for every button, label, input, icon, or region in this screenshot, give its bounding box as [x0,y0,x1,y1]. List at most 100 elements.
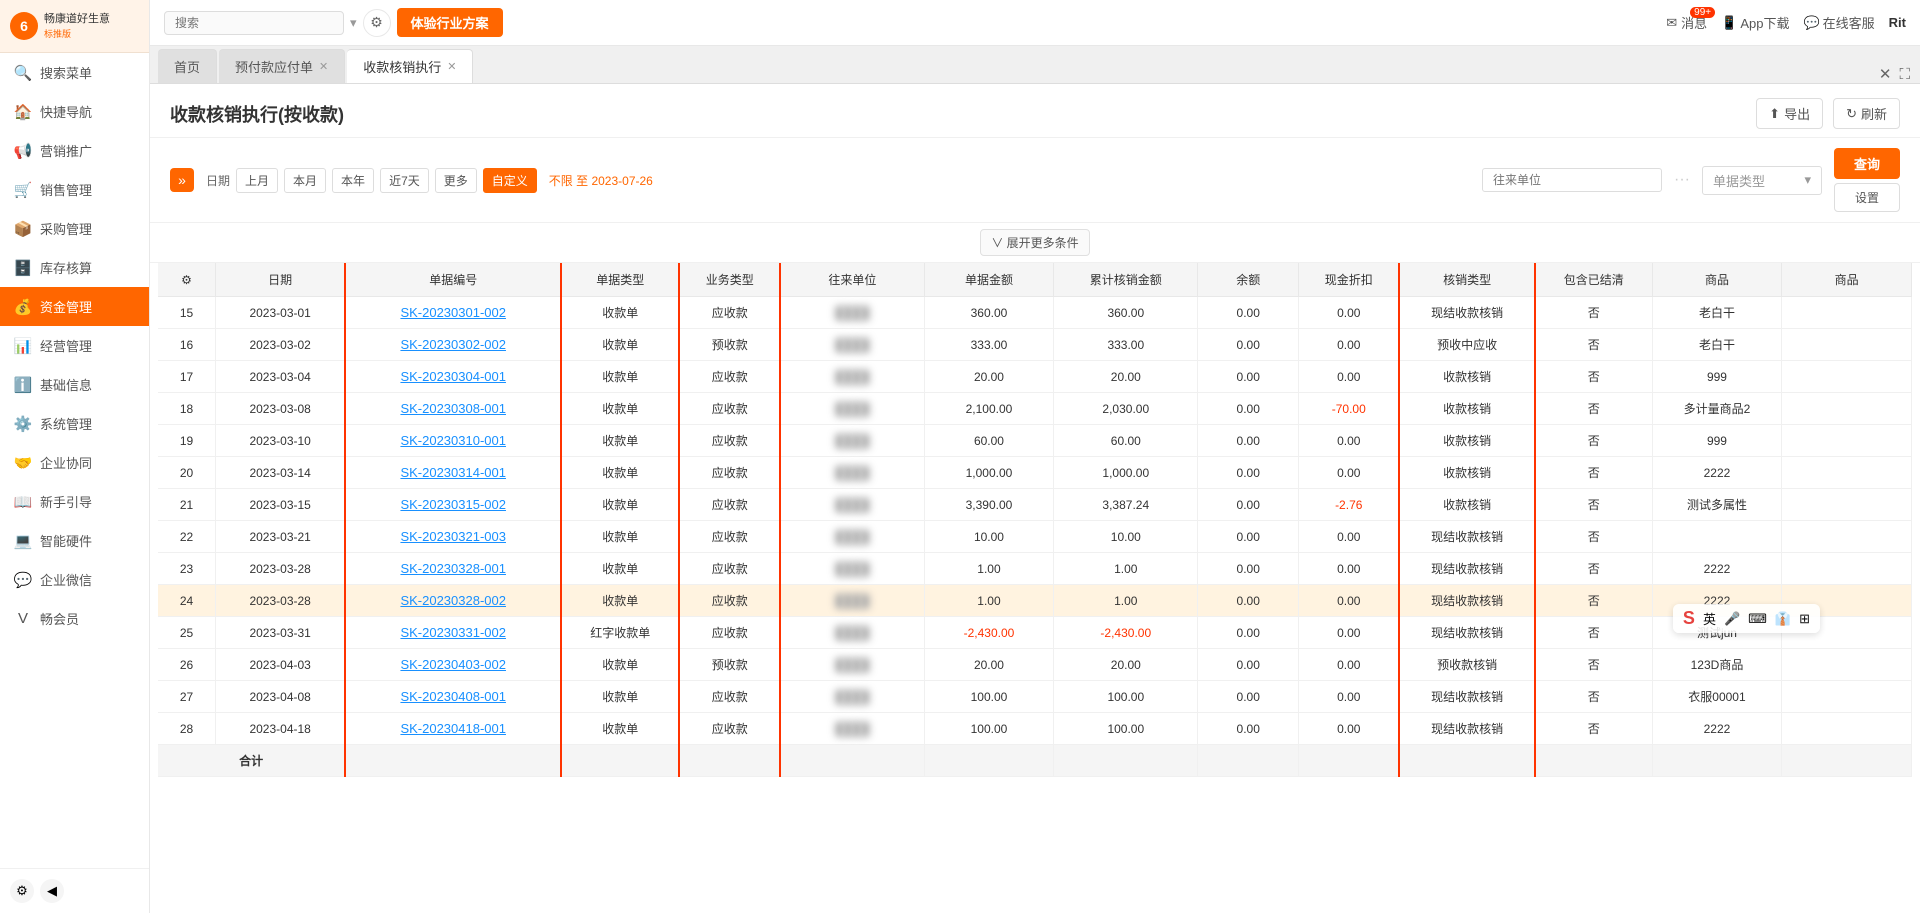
cell-doc-no[interactable]: SK-20230331-002 [345,617,561,649]
th-doc-type[interactable]: 单据类型 [561,263,679,297]
doc-type-select[interactable]: 单据类型 ▾ [1702,166,1822,195]
cell-doc-type: 收款单 [561,393,679,425]
cell-doc-no[interactable]: SK-20230301-002 [345,297,561,329]
sidebar-item-system[interactable]: ⚙️系统管理 [0,404,149,443]
th-settings[interactable]: ⚙ [158,263,216,297]
sidebar-item-sales[interactable]: 🛒销售管理 [0,170,149,209]
query-button[interactable]: 查询 [1834,148,1900,179]
collapse-icon[interactable]: ◀ [40,879,64,903]
app-download-link[interactable]: 📱 App下载 [1721,13,1789,32]
more-date-btn[interactable]: 更多 [435,168,477,193]
cell-doc-no[interactable]: SK-20230418-001 [345,713,561,745]
sidebar-item-member[interactable]: V畅会员 [0,599,149,638]
cell-doc-no[interactable]: SK-20230408-001 [345,681,561,713]
doc-no-link[interactable]: SK-20230301-002 [400,305,506,320]
doc-no-link[interactable]: SK-20230314-001 [400,465,506,480]
tab-collection[interactable]: 收款核销执行✕ [347,49,473,83]
sidebar-item-inventory[interactable]: 🗄️库存核算 [0,248,149,287]
doc-no-link[interactable]: SK-20230331-002 [400,625,506,640]
refresh-button[interactable]: ↻ 刷新 [1833,98,1900,129]
this-year-btn[interactable]: 本年 [332,168,374,193]
cell-doc-no[interactable]: SK-20230314-001 [345,457,561,489]
doc-no-link[interactable]: SK-20230302-002 [400,337,506,352]
cell-partner: ████ [780,681,924,713]
solution-button[interactable]: 体验行业方案 [397,8,503,37]
user-name[interactable]: Rit [1889,15,1906,30]
cell-date: 2023-03-08 [216,393,346,425]
sidebar-item-basic[interactable]: ℹ️基础信息 [0,365,149,404]
sidebar-item-guide[interactable]: 📖新手引导 [0,482,149,521]
export-button[interactable]: ⬆ 导出 [1756,98,1823,129]
sidebar-item-search[interactable]: 🔍搜索菜单 [0,53,149,92]
tab-close-collection[interactable]: ✕ [447,60,456,73]
cell-doc-no[interactable]: SK-20230310-001 [345,425,561,457]
close-all-tab-icon[interactable]: ✕ [1879,65,1892,83]
doc-no-link[interactable]: SK-20230308-001 [400,401,506,416]
th-partner[interactable]: 往来单位 [780,263,924,297]
breadcrumb-input[interactable] [164,11,344,35]
message-button[interactable]: ✉ 消息 99+ [1666,13,1707,32]
fullscreen-icon[interactable]: ⛶ [1899,66,1910,83]
tab-prepay[interactable]: 预付款应付单✕ [219,49,345,83]
cell-biz-type: 应收款 [679,425,780,457]
sidebar-item-quick-nav[interactable]: 🏠快捷导航 [0,92,149,131]
last-7days-btn[interactable]: 近7天 [380,168,429,193]
th-goods1[interactable]: 商品 [1652,263,1782,297]
th-doc-no[interactable]: 单据编号 [345,263,561,297]
doc-no-link[interactable]: SK-20230418-001 [400,721,506,736]
cell-clear-type: 现结收款核销 [1399,617,1534,649]
filter-setting-button[interactable]: 设置 [1834,183,1900,212]
th-cumu-amount[interactable]: 累计核销金额 [1054,263,1198,297]
th-balance[interactable]: 余额 [1198,263,1299,297]
basic-label: 基础信息 [40,375,92,394]
sidebar-item-finance[interactable]: 💰资金管理 [0,287,149,326]
sidebar-item-purchase[interactable]: 📦采购管理 [0,209,149,248]
cell-cumu-amount: 60.00 [1054,425,1198,457]
cell-doc-no[interactable]: SK-20230328-002 [345,585,561,617]
doc-no-link[interactable]: SK-20230403-002 [400,657,506,672]
cell-doc-no[interactable]: SK-20230328-001 [345,553,561,585]
cell-doc-no[interactable]: SK-20230304-001 [345,361,561,393]
expand-more-button[interactable]: ∨ 展开更多条件 [980,229,1089,256]
doc-no-link[interactable]: SK-20230408-001 [400,689,506,704]
last-month-btn[interactable]: 上月 [236,168,278,193]
th-amount[interactable]: 单据金额 [924,263,1054,297]
doc-no-link[interactable]: SK-20230321-003 [400,529,506,544]
cell-doc-no[interactable]: SK-20230321-003 [345,521,561,553]
th-goods2[interactable]: 商品 [1782,263,1912,297]
custom-date-btn[interactable]: 自定义 [483,168,537,193]
cell-doc-no[interactable]: SK-20230308-001 [345,393,561,425]
sidebar-item-enterprise[interactable]: 🤝企业协同 [0,443,149,482]
service-link[interactable]: 💬 在线客服 [1803,13,1874,32]
this-month-btn[interactable]: 本月 [284,168,326,193]
sidebar-item-marketing[interactable]: 📢营销推广 [0,131,149,170]
cell-index: 18 [158,393,216,425]
cell-doc-no[interactable]: SK-20230315-002 [345,489,561,521]
tab-home[interactable]: 首页 [158,49,217,83]
table-row: 28 2023-04-18 SK-20230418-001 收款单 应收款 ██… [158,713,1912,745]
refresh-icon: ↻ [1846,106,1857,122]
settings-bottom-icon[interactable]: ⚙ [10,879,34,903]
th-date[interactable]: 日期 [216,263,346,297]
sidebar-item-hardware[interactable]: 💻智能硬件 [0,521,149,560]
cell-doc-no[interactable]: SK-20230302-002 [345,329,561,361]
th-biz-type[interactable]: 业务类型 [679,263,780,297]
sidebar-item-wechat[interactable]: 💬企业微信 [0,560,149,599]
th-clear-type[interactable]: 核销类型 [1399,263,1534,297]
partner-input[interactable] [1482,168,1662,192]
cell-biz-type: 应收款 [679,457,780,489]
cell-doc-no[interactable]: SK-20230403-002 [345,649,561,681]
settings-icon[interactable]: ⚙ [363,9,391,37]
doc-no-link[interactable]: SK-20230315-002 [400,497,506,512]
filter-expand-button[interactable]: » [170,168,194,192]
doc-no-link[interactable]: SK-20230304-001 [400,369,506,384]
cell-incl-settled: 否 [1535,297,1652,329]
sidebar-item-operation[interactable]: 📊经营管理 [0,326,149,365]
th-incl-settled[interactable]: 包含已结清 [1535,263,1652,297]
tab-close-prepay[interactable]: ✕ [319,60,328,73]
doc-no-link[interactable]: SK-20230328-002 [400,593,506,608]
table-header-row: ⚙ 日期 单据编号 单据类型 业务类型 往来单位 单据金额 累计核销金额 余额 … [158,263,1912,297]
th-discount[interactable]: 现金折扣 [1299,263,1400,297]
doc-no-link[interactable]: SK-20230328-001 [400,561,506,576]
doc-no-link[interactable]: SK-20230310-001 [400,433,506,448]
